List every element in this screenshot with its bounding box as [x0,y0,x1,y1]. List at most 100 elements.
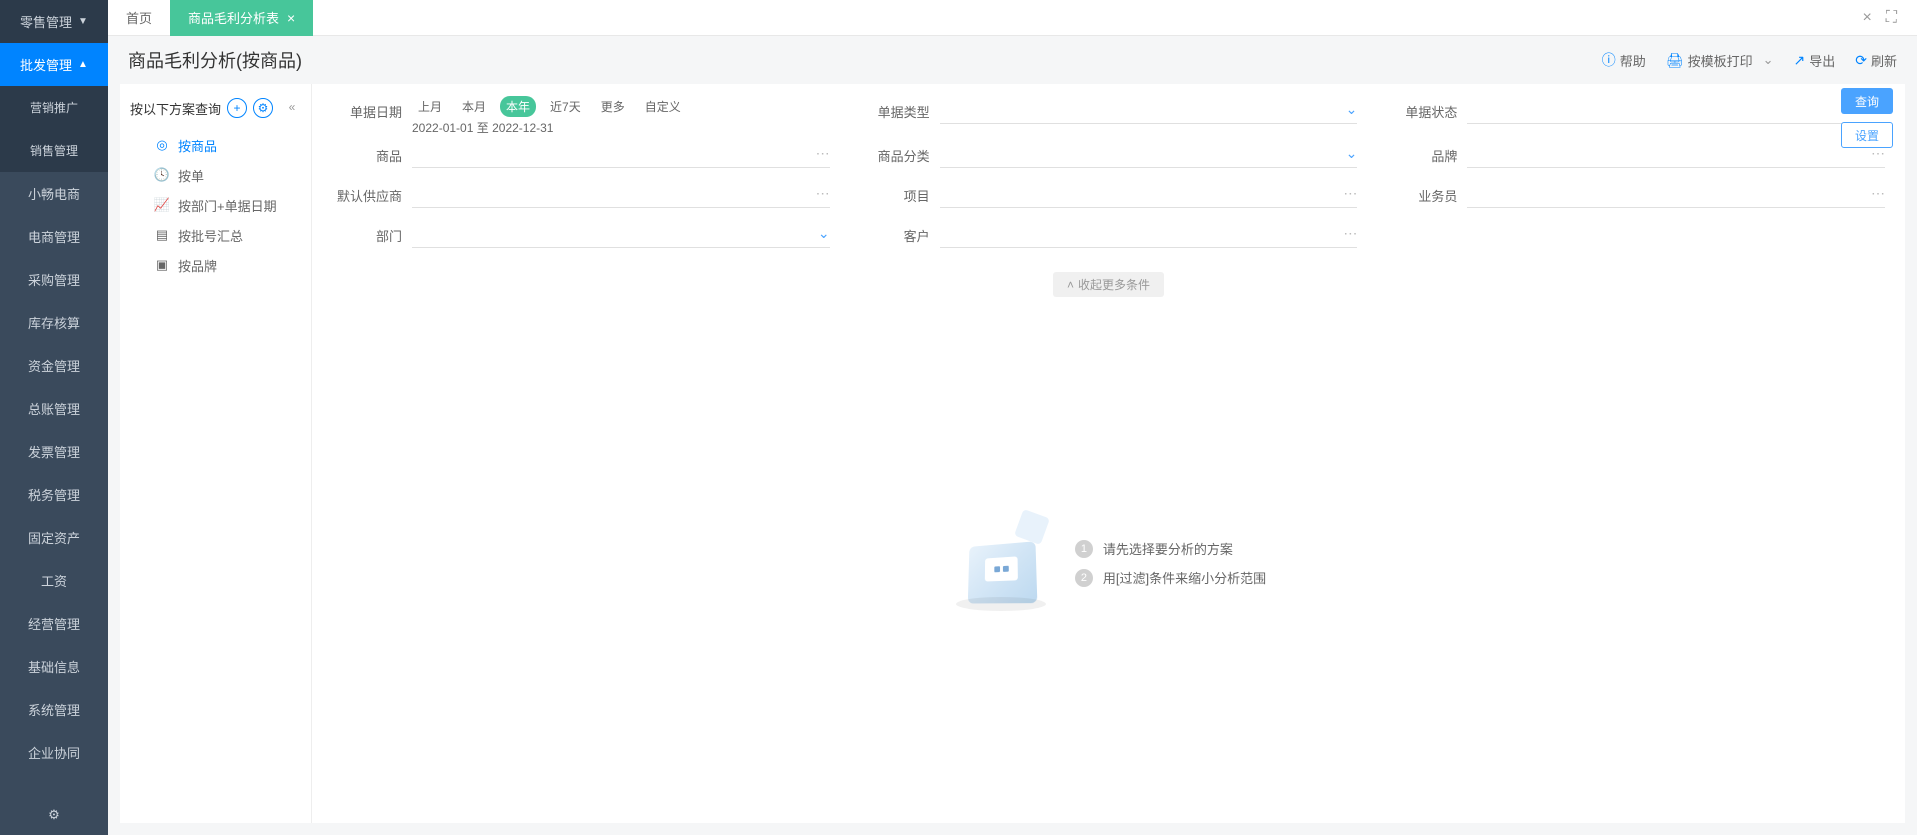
sidebar-item-operation[interactable]: 经营管理 [0,602,108,645]
empty-step-2: 2 用[过滤]条件来缩小分析范围 [1075,568,1266,587]
sidebar-item-invoice[interactable]: 发票管理 [0,430,108,473]
more-icon: ⋯ [1343,225,1357,242]
date-7days[interactable]: 近7天 [544,96,587,117]
date-this-year[interactable]: 本年 [500,96,536,117]
filter-brand: 品牌 ⋯ [1387,140,1885,176]
help-button[interactable]: ⓘ 帮助 [1602,50,1646,70]
help-icon: ⓘ [1602,50,1616,70]
chevron-down-icon: ⌄ [1763,52,1774,68]
sidebar-item-enterprise[interactable]: 企业协同 [0,731,108,774]
sidebar-item-salary[interactable]: 工资 [0,559,108,602]
date-more[interactable]: 更多 [595,96,631,117]
filter-label: 项目 [860,180,940,205]
tag-icon: ▣ [154,257,170,273]
filter-label: 业务员 [1387,180,1467,205]
clock-icon: 🕓 [154,167,170,183]
filter-doc-type: 单据类型 ⌄ [860,96,1358,132]
sidebar-item-ledger[interactable]: 总账管理 [0,387,108,430]
staff-picker[interactable]: ⋯ [1467,180,1885,208]
page-title: 商品毛利分析(按商品) [128,47,302,73]
dept-select[interactable]: ⌄ [412,220,830,248]
refresh-button[interactable]: ⟳ 刷新 [1855,51,1897,70]
refresh-icon: ⟳ [1855,52,1867,69]
sidebar-item-xiaochang[interactable]: 小畅电商 [0,172,108,215]
brand-picker[interactable]: ⋯ [1467,140,1885,168]
target-icon: ◎ [154,137,170,153]
sidebar-sub-marketing[interactable]: 营销推广 [0,86,108,129]
sidebar-item-wholesale[interactable]: 批发管理 ▲ [0,43,108,86]
right-actions: 查询 设置 [1841,88,1893,148]
sidebar-item-tax[interactable]: 税务管理 [0,473,108,516]
header-actions: ⓘ 帮助 🖨 按模板打印 ⌄ ↗ 导出 ⟳ 刷新 [1602,50,1897,70]
scheme-by-product[interactable]: ◎ 按商品 [154,130,301,160]
collapse-filters-button[interactable]: ˄ 收起更多条件 [1053,272,1164,297]
main: 首页 商品毛利分析表 × × ⛶ 商品毛利分析(按商品) ⓘ 帮助 🖨 按模板打… [108,0,1917,835]
more-icon: ⋯ [1871,185,1885,202]
tab-home[interactable]: 首页 [108,0,170,36]
filters-wrap: 单据日期 上月 本月 本年 近7天 更多 自定义 2022- [312,84,1905,823]
sidebar-item-purchase[interactable]: 采购管理 [0,258,108,301]
filter-label: 品牌 [1387,140,1467,165]
product-picker[interactable]: ⋯ [412,140,830,168]
filters-grid: 单据日期 上月 本月 本年 近7天 更多 自定义 2022- [312,84,1905,266]
chevron-down-icon: ⌄ [1346,101,1358,118]
sidebar-item-funds[interactable]: 资金管理 [0,344,108,387]
scheme-by-batch[interactable]: ▤ 按批号汇总 [154,220,301,250]
supplier-picker[interactable]: ⋯ [412,180,830,208]
print-button[interactable]: 🖨 按模板打印 ⌄ [1666,51,1774,70]
close-icon[interactable]: × [287,10,295,26]
export-button[interactable]: ↗ 导出 [1794,51,1836,70]
filter-date: 单据日期 上月 本月 本年 近7天 更多 自定义 2022- [332,96,830,136]
collapse-panel-icon[interactable]: « [283,98,301,116]
product-cat-select[interactable]: ⌄ [940,140,1358,168]
sidebar-item-retail[interactable]: 零售管理 ▼ [0,0,108,43]
filter-dept: 部门 ⌄ [332,220,830,256]
empty-step-1: 1 请先选择要分析的方案 [1075,539,1266,558]
customer-picker[interactable]: ⋯ [940,220,1358,248]
tabs-bar: 首页 商品毛利分析表 × × ⛶ [108,0,1917,36]
filter-label: 部门 [332,220,412,245]
page-header: 商品毛利分析(按商品) ⓘ 帮助 🖨 按模板打印 ⌄ ↗ 导出 ⟳ 刷新 [108,36,1917,84]
settings-button[interactable]: 设置 [1841,122,1893,148]
sidebar-label: 零售管理 [20,12,72,31]
chevron-down-icon: ⌄ [1346,145,1358,162]
scheme-by-brand[interactable]: ▣ 按品牌 [154,250,301,280]
sidebar-sub-sales[interactable]: 销售管理 [0,129,108,172]
project-picker[interactable]: ⋯ [940,180,1358,208]
date-custom[interactable]: 自定义 [639,96,687,117]
tab-gross-profit[interactable]: 商品毛利分析表 × [170,0,313,36]
doc-type-select[interactable]: ⌄ [940,96,1358,124]
caret-down-icon: ▼ [78,16,88,27]
sidebar-item-assets[interactable]: 固定资产 [0,516,108,559]
sidebar-item-basic[interactable]: 基础信息 [0,645,108,688]
more-icon: ⋯ [1343,185,1357,202]
filter-label: 单据日期 [332,96,412,121]
scheme-panel-header: 按以下方案查询 + ⚙ « [130,98,301,118]
sidebar-settings-footer[interactable]: ⚙ [0,795,108,835]
doc-status-select[interactable]: ⌄ [1467,96,1885,124]
filter-staff: 业务员 ⋯ [1387,180,1885,216]
chart-icon: 📈 [154,197,170,213]
date-last-month[interactable]: 上月 [412,96,448,117]
query-button[interactable]: 查询 [1841,88,1893,114]
scheme-by-doc[interactable]: 🕓 按单 [154,160,301,190]
add-scheme-icon[interactable]: + [227,98,247,118]
sidebar-item-system[interactable]: 系统管理 [0,688,108,731]
sidebar-submenu: 营销推广 销售管理 [0,86,108,172]
step-number-icon: 1 [1075,540,1093,558]
scheme-settings-icon[interactable]: ⚙ [253,98,273,118]
scheme-by-dept-date[interactable]: 📈 按部门+单据日期 [154,190,301,220]
list-icon: ▤ [154,227,170,243]
fullscreen-icon[interactable]: ⛶ [1886,9,1897,27]
gear-icon: ⚙ [48,807,60,823]
export-icon: ↗ [1794,52,1806,69]
sidebar-item-ecommerce[interactable]: 电商管理 [0,215,108,258]
date-range-display: 2022-01-01 至 2022-12-31 [412,119,830,136]
sidebar: 零售管理 ▼ 批发管理 ▲ 营销推广 销售管理 小畅电商 电商管理 采购管理 库… [0,0,108,835]
empty-illustration [951,513,1051,613]
tabs-close-all-icon[interactable]: × [1862,9,1871,27]
step-number-icon: 2 [1075,569,1093,587]
sidebar-item-inventory[interactable]: 库存核算 [0,301,108,344]
date-this-month[interactable]: 本月 [456,96,492,117]
more-icon: ⋯ [816,185,830,202]
